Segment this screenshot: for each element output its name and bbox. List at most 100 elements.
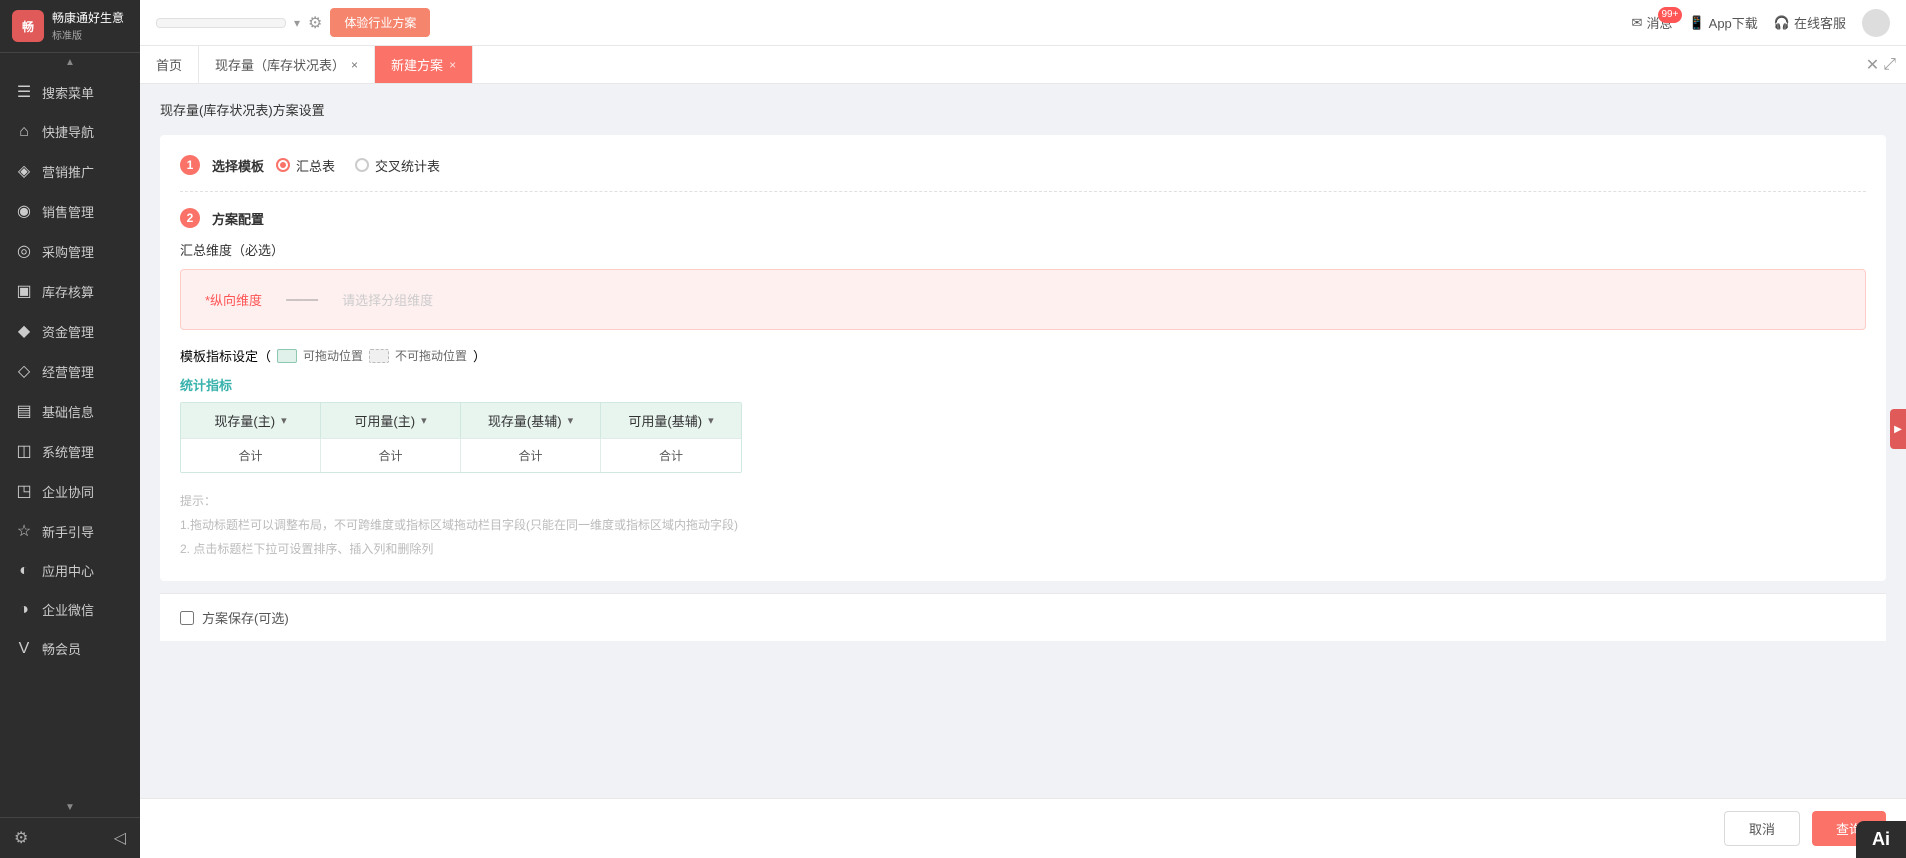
sidebar-scroll-down[interactable]: ▼ xyxy=(0,798,140,817)
online-service-button[interactable]: 🎧 在线客服 xyxy=(1774,13,1846,32)
col-available-aux-dropdown[interactable]: ▾ xyxy=(708,414,714,427)
trial-button[interactable]: 体验行业方案 xyxy=(330,8,430,37)
volume-icon[interactable]: ◁ xyxy=(114,828,126,848)
sidebar-item-inventory[interactable]: ▣ 库存核算 xyxy=(0,271,140,311)
main-area: ▾ ⚙ 体验行业方案 ✉ 消息 99+ 📱 App下载 🎧 在线客服 首页 xyxy=(140,0,1906,858)
messages-button[interactable]: ✉ 消息 99+ xyxy=(1632,13,1673,32)
tips-area: 提示： 1.拖动标题栏可以调整布局，不可跨维度或指标区域拖动栏目字段(只能在同一… xyxy=(180,489,1866,561)
sidebar-item-appcenter[interactable]: ◐ 应用中心 xyxy=(0,551,140,590)
save-row: 方案保存(可选) xyxy=(160,593,1886,641)
legend-non-draggable: 不可拖动位置 xyxy=(369,347,467,364)
tab-home[interactable]: 首页 xyxy=(140,46,199,83)
sidebar-scroll-up[interactable]: ▲ xyxy=(0,53,140,72)
col-current-aux[interactable]: 现存量(基辅) ▾ xyxy=(461,403,601,438)
sidebar-item-marketing[interactable]: ◈ 营销推广 xyxy=(0,151,140,191)
col-available-aux[interactable]: 可用量(基辅) ▾ xyxy=(601,403,741,438)
sales-icon: ◉ xyxy=(14,201,34,221)
messages-badge: 99+ xyxy=(1658,7,1683,23)
sidebar-item-label: 畅会员 xyxy=(42,639,81,658)
basic-info-icon: ▤ xyxy=(14,401,34,421)
tab-inventory-close[interactable]: × xyxy=(351,58,358,72)
radio-summary[interactable]: 汇总表 xyxy=(276,156,335,175)
tab-close-icon[interactable]: ✕ xyxy=(1866,55,1879,75)
sidebar-item-label: 采购管理 xyxy=(42,242,94,261)
cancel-button[interactable]: 取消 xyxy=(1724,811,1800,846)
sidebar-item-quicknav[interactable]: ⌂ 快捷导航 xyxy=(0,112,140,151)
sidebar-item-label: 系统管理 xyxy=(42,442,94,461)
stats-table-header: 现存量(主) ▾ 可用量(主) ▾ 现存量(基辅) ▾ 可用量(基辅) ▾ xyxy=(181,403,741,438)
topbar-dropdown-icon[interactable]: ▾ xyxy=(294,16,300,30)
topbar-search-display xyxy=(156,18,286,28)
tips-title: 提示： xyxy=(180,489,1866,513)
newbie-icon: ☆ xyxy=(14,521,34,541)
tip2: 2. 点击标题栏下拉可设置排序、插入列和删除列 xyxy=(180,537,1866,561)
tab-new-plan-close[interactable]: × xyxy=(449,58,456,72)
step2-row: 2 方案配置 xyxy=(180,208,1866,228)
sidebar-item-member[interactable]: V 畅会员 xyxy=(0,629,140,668)
stats-table-row: 合计 合计 合计 合计 xyxy=(181,438,741,472)
tab-expand-icon[interactable]: ⤢ xyxy=(1883,56,1896,74)
sidebar-logo: 畅 畅康通好生意 标准版 xyxy=(0,0,140,53)
sidebar-item-label: 快捷导航 xyxy=(42,122,94,141)
radio-summary-dot xyxy=(276,158,290,172)
sidebar-item-search[interactable]: ☰ 搜索菜单 xyxy=(0,72,140,112)
sidebar-item-collab[interactable]: ◳ 企业协同 xyxy=(0,471,140,511)
radio-summary-label: 汇总表 xyxy=(296,156,335,175)
vertical-dim-label: *纵向维度 xyxy=(205,290,262,309)
save-checkbox[interactable] xyxy=(180,611,194,625)
sidebar-logo-icon: 畅 xyxy=(12,10,44,42)
user-avatar[interactable] xyxy=(1862,9,1890,37)
non-draggable-label: 不可拖动位置 xyxy=(395,347,467,364)
non-draggable-legend-box xyxy=(369,349,389,363)
dimension-required-zone[interactable]: *纵向维度 —— 请选择分组维度 xyxy=(180,269,1866,330)
member-icon: V xyxy=(14,640,34,658)
draggable-label: 可拖动位置 xyxy=(303,347,363,364)
appcenter-icon: ◐ xyxy=(14,562,34,580)
sidebar-item-label: 经营管理 xyxy=(42,362,94,381)
inventory-icon: ▣ xyxy=(14,281,34,301)
step1-title: 选择模板 xyxy=(212,156,264,175)
col-current-main-dropdown[interactable]: ▾ xyxy=(281,414,287,427)
ai-bubble[interactable]: Ai xyxy=(1856,821,1906,858)
col-current-aux-dropdown[interactable]: ▾ xyxy=(568,414,574,427)
app-name: 畅康通好生意 xyxy=(52,10,124,27)
col-available-main-dropdown[interactable]: ▾ xyxy=(421,414,427,427)
sidebar-item-newbie[interactable]: ☆ 新手引导 xyxy=(0,511,140,551)
stats-section-label: 统计指标 xyxy=(180,375,1866,394)
tab-new-plan-label: 新建方案 xyxy=(391,55,443,74)
legend-draggable: 可拖动位置 xyxy=(277,347,363,364)
page-title: 现存量(库存状况表)方案设置 xyxy=(160,100,1886,119)
topbar-gear-icon[interactable]: ⚙ xyxy=(308,13,322,33)
sidebar-item-sales[interactable]: ◉ 销售管理 xyxy=(0,191,140,231)
col-current-main[interactable]: 现存量(主) ▾ xyxy=(181,403,321,438)
headset-icon: 🎧 xyxy=(1774,15,1790,31)
tab-new-plan[interactable]: 新建方案 × xyxy=(375,46,473,83)
col-available-main[interactable]: 可用量(主) ▾ xyxy=(321,403,461,438)
collab-icon: ◳ xyxy=(14,481,34,501)
tab-inventory[interactable]: 现存量（库存状况表） × xyxy=(199,46,375,83)
sidebar-item-purchase[interactable]: ◎ 采购管理 xyxy=(0,231,140,271)
topbar-right: ✉ 消息 99+ 📱 App下载 🎧 在线客服 xyxy=(1632,9,1890,37)
sidebar-item-label: 营销推广 xyxy=(42,162,94,181)
right-panel-toggle[interactable]: ▶ xyxy=(1890,409,1906,449)
step2-num: 2 xyxy=(180,208,200,228)
sidebar-item-system[interactable]: ◫ 系统管理 xyxy=(0,431,140,471)
cell-0-3: 合计 xyxy=(601,439,741,472)
sidebar: 畅 畅康通好生意 标准版 ▲ ☰ 搜索菜单 ⌂ 快捷导航 ◈ 营销推广 ◉ 销售… xyxy=(0,0,140,858)
radio-crosstab[interactable]: 交叉统计表 xyxy=(355,156,440,175)
wechat-icon: ◑ xyxy=(14,601,34,619)
template-radio-group: 汇总表 交叉统计表 xyxy=(276,156,440,175)
quicknav-icon: ⌂ xyxy=(14,123,34,141)
sidebar-item-finance[interactable]: ◆ 资金管理 xyxy=(0,311,140,351)
sidebar-item-operations[interactable]: ◇ 经营管理 xyxy=(0,351,140,391)
topbar-left: ▾ ⚙ 体验行业方案 xyxy=(156,8,1622,37)
sidebar-item-basic-info[interactable]: ▤ 基础信息 xyxy=(0,391,140,431)
sidebar-item-wechat[interactable]: ◑ 企业微信 xyxy=(0,590,140,629)
app-version: 标准版 xyxy=(52,27,124,42)
step2-title: 方案配置 xyxy=(212,209,264,228)
stats-table: 现存量(主) ▾ 可用量(主) ▾ 现存量(基辅) ▾ 可用量(基辅) ▾ xyxy=(180,402,742,473)
purchase-icon: ◎ xyxy=(14,241,34,261)
metrics-label-row: 模板指标设定（ 可拖动位置 不可拖动位置 ） xyxy=(180,346,1866,365)
settings-icon[interactable]: ⚙ xyxy=(14,828,28,848)
app-download-button[interactable]: 📱 App下载 xyxy=(1688,13,1757,32)
